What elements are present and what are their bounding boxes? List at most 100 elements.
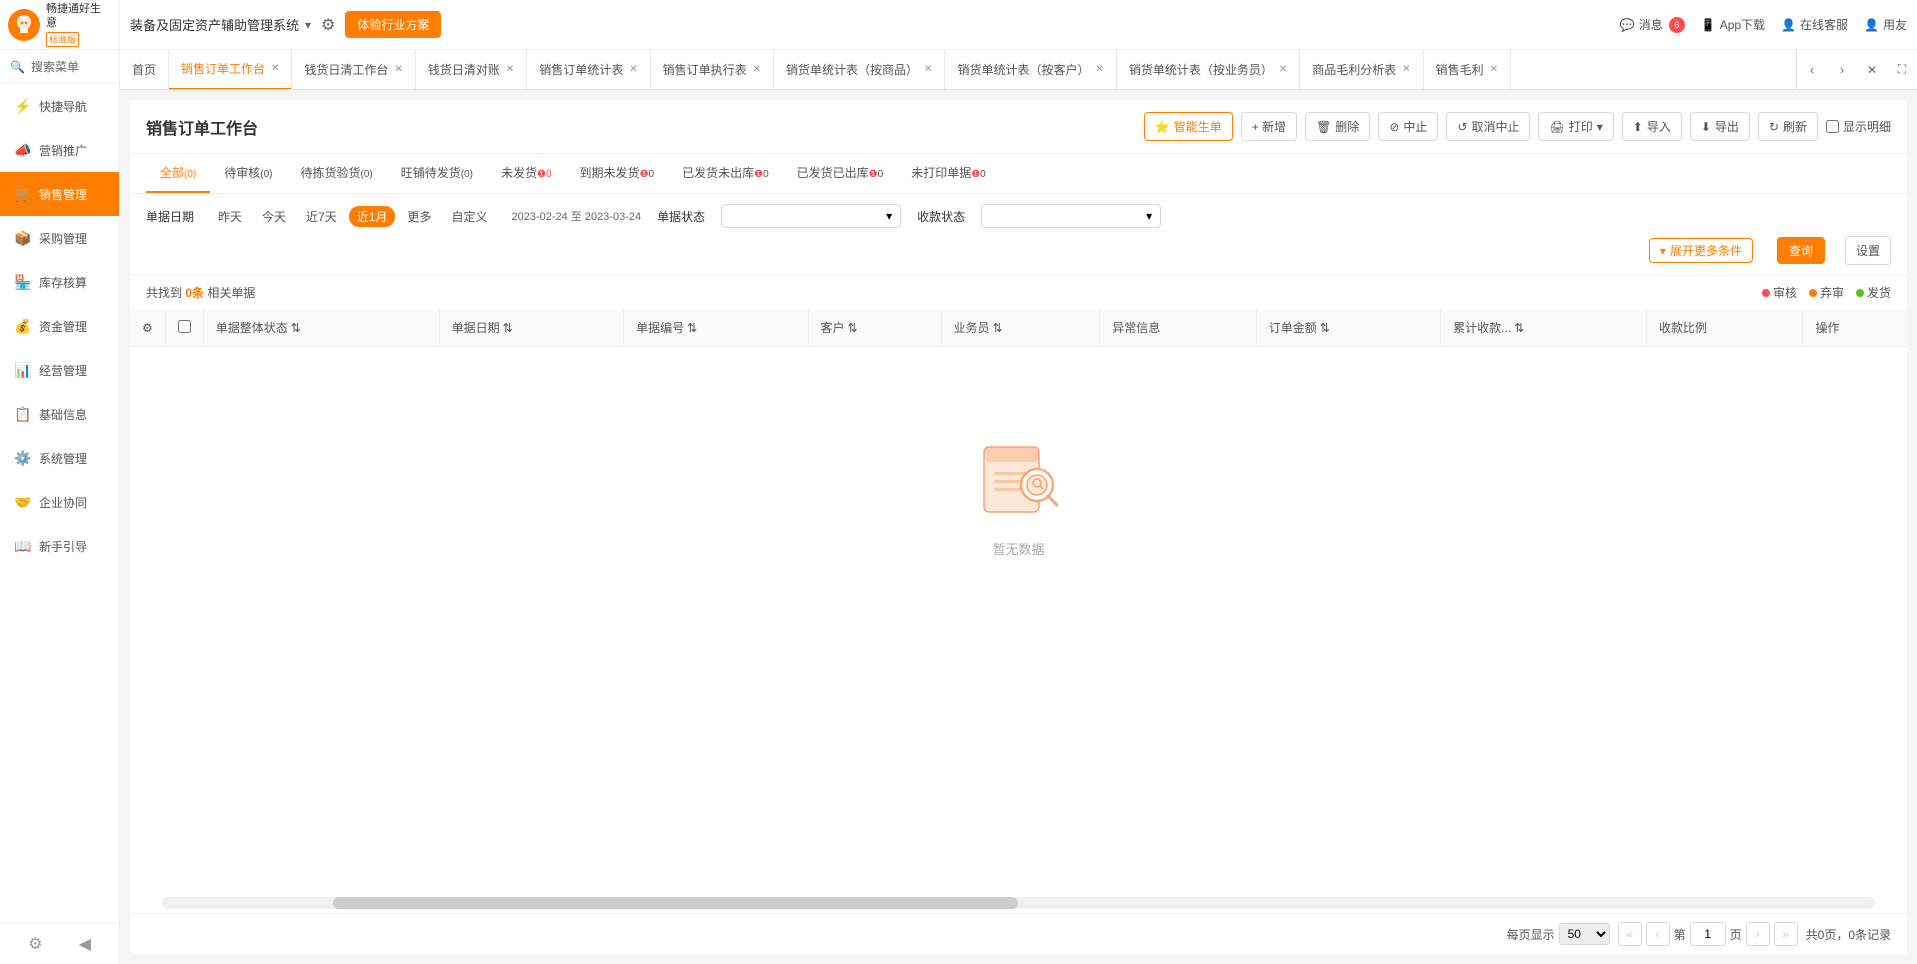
settings-bottom-btn[interactable]: ⚙ [28, 934, 42, 954]
audit-btn[interactable]: 审核 [1762, 284, 1797, 301]
tab-close-sales-by-product[interactable]: ✕ [924, 64, 932, 75]
app-download-label: App下载 [1720, 16, 1765, 33]
page-size-select[interactable]: 50 10 20 100 [1559, 923, 1610, 945]
status-select[interactable]: ▾ [721, 204, 901, 228]
first-page-btn[interactable]: « [1618, 922, 1642, 946]
export-btn[interactable]: ⬇ 导出 [1690, 112, 1750, 141]
online-service-btn[interactable]: 👤 在线客服 [1781, 16, 1848, 33]
tab-sales-by-customer[interactable]: 销货单统计表（按客户） ✕ [945, 50, 1116, 90]
sub-tab-pending-check[interactable]: 待拣货验货(0) [287, 154, 387, 193]
expand-btn[interactable]: ▾ 展开更多条件 [1649, 238, 1753, 263]
tab-sales-profit[interactable]: 销售毛利 ✕ [1424, 50, 1511, 90]
tab-sales-by-product-label: 销货单统计表（按商品） [786, 61, 918, 78]
sidebar-item-system[interactable]: ⚙️ 系统管理 [0, 436, 119, 480]
sidebar-search[interactable]: 🔍 搜索菜单 [0, 50, 119, 84]
sidebar-item-basics[interactable]: 📋 基础信息 [0, 392, 119, 436]
tabs-fullscreen-btn[interactable]: ⛶ [1887, 50, 1917, 90]
tab-home[interactable]: 首页 [120, 50, 169, 90]
gear-icon[interactable]: ⚙ [321, 15, 335, 35]
payment-select[interactable]: ▾ [981, 204, 1161, 228]
tab-cash-reconcile-label: 钱货日清对账 [428, 61, 500, 78]
smart-btn[interactable]: ⭐ 智能生单 [1144, 112, 1233, 141]
next-page-btn[interactable]: › [1746, 922, 1770, 946]
unaudit-dot [1809, 289, 1817, 297]
tab-sales-stats[interactable]: 销售订单统计表 ✕ [527, 50, 650, 90]
sidebar-item-tutorial[interactable]: 📖 新手引导 [0, 524, 119, 568]
tab-close-cash-reconcile[interactable]: ✕ [506, 64, 514, 75]
tab-close-sales-stats[interactable]: ✕ [629, 64, 637, 75]
add-btn[interactable]: + 新增 [1241, 112, 1297, 141]
show-detail-checkbox[interactable] [1826, 120, 1839, 133]
tab-product-margin[interactable]: 商品毛利分析表 ✕ [1300, 50, 1423, 90]
import-btn[interactable]: ⬆ 导入 [1622, 112, 1682, 141]
date-btn-more[interactable]: 更多 [399, 206, 439, 227]
collapse-btn[interactable]: ◀ [79, 934, 91, 954]
purchase-icon: 📦 [13, 228, 33, 248]
sidebar-item-enterprise[interactable]: 🤝 企业协同 [0, 480, 119, 524]
tab-cash-clearing[interactable]: 钱货日清工作台 ✕ [292, 50, 415, 90]
setting-btn[interactable]: 设置 [1845, 236, 1891, 265]
stop-btn[interactable]: ⊘ 中止 [1378, 112, 1438, 141]
tabs-prev-btn[interactable]: ‹ [1797, 50, 1827, 90]
trial-btn[interactable]: 体验行业方案 [345, 11, 441, 38]
sub-tab-pending-review[interactable]: 待审核(0) [210, 154, 286, 193]
date-btn-yesterday[interactable]: 昨天 [210, 206, 250, 227]
sidebar-item-purchase[interactable]: 📦 采购管理 [0, 216, 119, 260]
sidebar-item-inventory[interactable]: 🏪 库存核算 [0, 260, 119, 304]
tab-close-sales-execute[interactable]: ✕ [753, 64, 761, 75]
system-icon: ⚙️ [13, 448, 33, 468]
tab-close-cash-clearing[interactable]: ✕ [394, 64, 402, 75]
date-btn-last1month[interactable]: 近1月 [349, 206, 396, 227]
tab-close-sales-profit[interactable]: ✕ [1490, 64, 1498, 75]
tab-close-sales-workbench[interactable]: ✕ [271, 63, 279, 74]
app-download-btn[interactable]: 📱 App下载 [1701, 16, 1765, 33]
delete-btn[interactable]: 🗑 删除 [1305, 112, 1370, 141]
tabs-close-btn[interactable]: ✕ [1857, 50, 1887, 90]
date-btn-today[interactable]: 今天 [254, 206, 294, 227]
system-dropdown-icon[interactable]: ▾ [305, 18, 311, 32]
page-input[interactable] [1690, 922, 1726, 946]
ship-btn[interactable]: 发货 [1856, 284, 1891, 301]
user-btn[interactable]: 👤 用友 [1864, 16, 1907, 33]
refresh-btn[interactable]: ↻ 刷新 [1758, 112, 1818, 141]
sub-tab-overdue-not-shipped[interactable]: 到期未发货❶0 [566, 154, 669, 193]
header-right: 💬 消息 6 📱 App下载 👤 在线客服 👤 用友 [1620, 16, 1907, 33]
sub-tab-all[interactable]: 全部(0) [146, 154, 210, 193]
sort-icon-customer: ⇅ [848, 321, 858, 335]
date-btn-custom[interactable]: 自定义 [443, 206, 495, 227]
query-btn[interactable]: 查询 [1777, 237, 1825, 264]
sub-tab-wangpu[interactable]: 旺铺待发货(0) [387, 154, 487, 193]
tab-close-product-margin[interactable]: ✕ [1402, 64, 1410, 75]
tab-sales-workbench[interactable]: 销售订单工作台 ✕ [169, 50, 292, 90]
sidebar-item-finance[interactable]: 💰 资金管理 [0, 304, 119, 348]
last-page-btn[interactable]: » [1774, 922, 1798, 946]
th-salesperson: 业务员 ⇅ [941, 309, 1100, 347]
total-label: 共0页，0条记录 [1806, 926, 1891, 943]
sidebar-item-marketing[interactable]: 📣 营销推广 [0, 128, 119, 172]
tab-close-sales-by-staff[interactable]: ✕ [1279, 64, 1287, 75]
select-all-checkbox[interactable] [178, 320, 191, 333]
sidebar-item-quick-nav[interactable]: ⚡ 快捷导航 [0, 84, 119, 128]
tab-cash-reconcile[interactable]: 钱货日清对账 ✕ [416, 50, 527, 90]
sub-tab-shipped-out[interactable]: 已发货已出库❶0 [783, 154, 898, 193]
cancel-stop-btn[interactable]: ↺ 取消中止 [1446, 112, 1530, 141]
sidebar-item-operations[interactable]: 📊 经营管理 [0, 348, 119, 392]
unaudit-btn[interactable]: 弃审 [1809, 284, 1844, 301]
pagination-nav: « ‹ 第 页 › » [1618, 922, 1798, 946]
sub-tab-shipped-not-out[interactable]: 已发货未出库❶0 [668, 154, 783, 193]
empty-text: 暂无数据 [992, 539, 1044, 558]
sidebar-item-sales[interactable]: 🛒 销售管理 [0, 172, 119, 216]
tabs-next-btn[interactable]: › [1827, 50, 1857, 90]
tab-sales-by-staff[interactable]: 销货单统计表（按业务员） ✕ [1117, 50, 1300, 90]
tab-sales-execute[interactable]: 销售订单执行表 ✕ [651, 50, 774, 90]
horizontal-scrollbar[interactable] [130, 897, 1907, 913]
date-btn-last7[interactable]: 近7天 [298, 206, 345, 227]
print-btn[interactable]: 🖨 打印 ▾ [1538, 112, 1613, 141]
tab-sales-by-product[interactable]: 销货单统计表（按商品） ✕ [774, 50, 945, 90]
tab-close-sales-by-customer[interactable]: ✕ [1095, 64, 1103, 75]
message-btn[interactable]: 💬 消息 6 [1620, 16, 1685, 33]
tab-sales-profit-label: 销售毛利 [1436, 61, 1484, 78]
prev-page-btn[interactable]: ‹ [1646, 922, 1670, 946]
sub-tab-not-printed[interactable]: 未打印单据❶0 [897, 154, 1000, 193]
sub-tab-not-shipped[interactable]: 未发货❶0 [487, 154, 566, 193]
